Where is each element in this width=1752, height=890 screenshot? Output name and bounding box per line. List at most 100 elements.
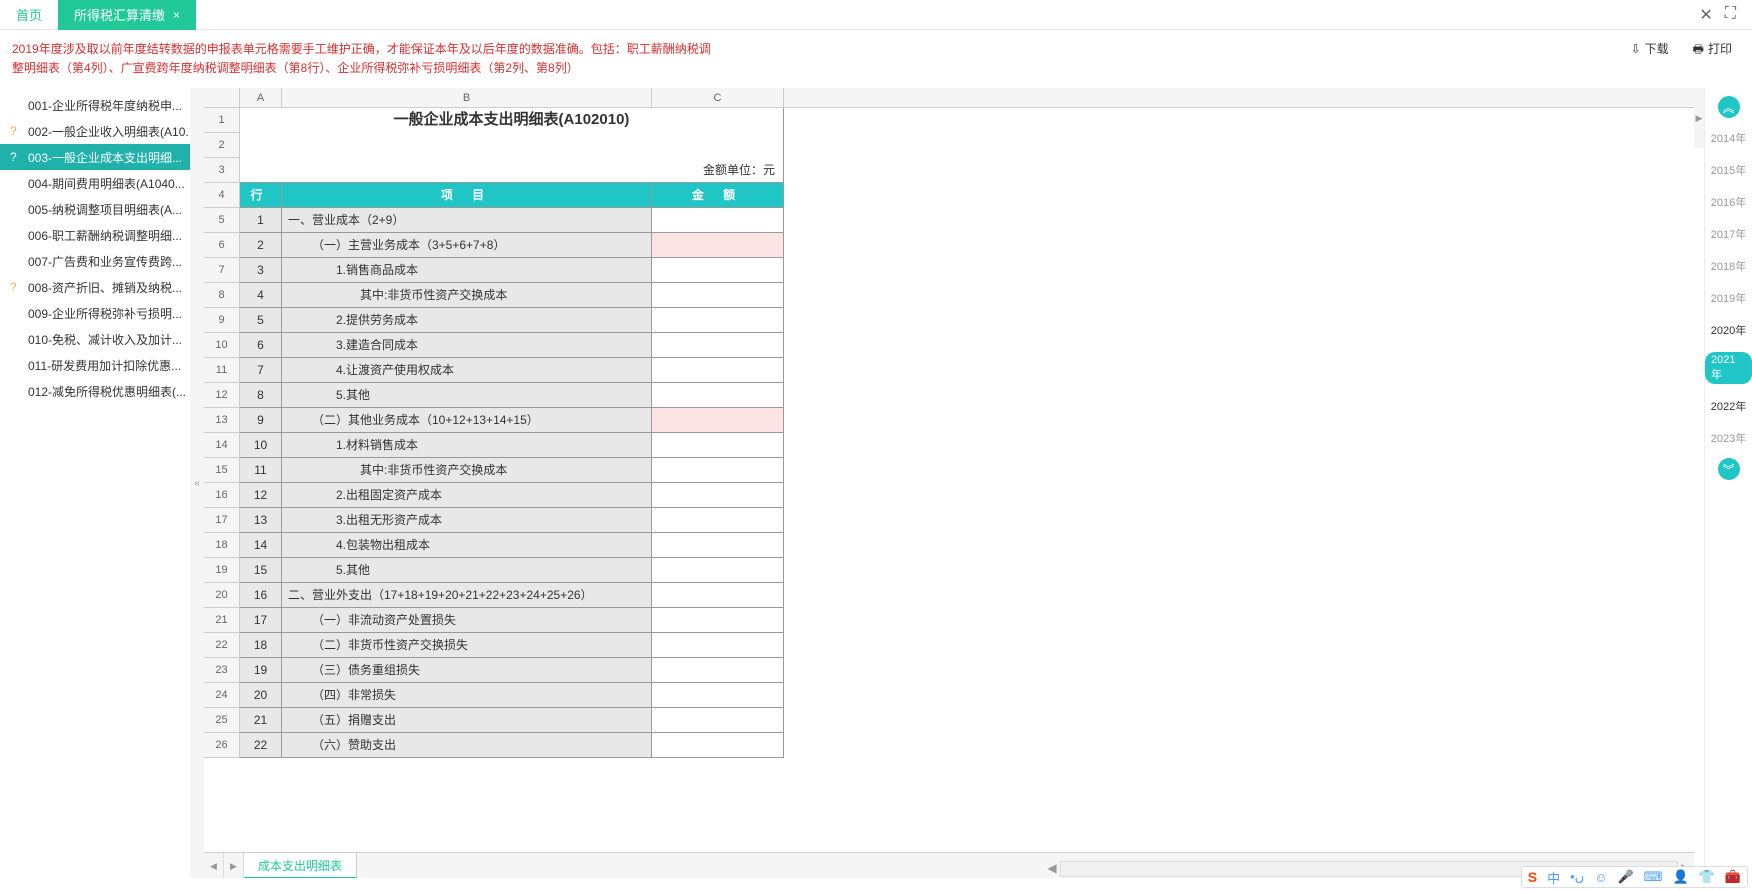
row-header[interactable]: 10 [204, 333, 240, 358]
amount-cell[interactable] [652, 533, 784, 558]
row-header[interactable]: 17 [204, 508, 240, 533]
row-header[interactable]: 13 [204, 408, 240, 433]
amount-cell[interactable] [652, 258, 784, 283]
col-header-b[interactable]: B [282, 88, 652, 107]
form-list-item[interactable]: 007-广告费和业务宣传费跨... [0, 248, 190, 274]
amount-cell[interactable] [652, 308, 784, 333]
sheet-body[interactable]: 1一般企业成本支出明细表(A102010)23金额单位：元4行次项 目金 额51… [204, 108, 1694, 852]
form-list-item[interactable]: 012-减免所得税优惠明细表(... [0, 378, 190, 404]
form-list-item[interactable]: 011-研发费用加计扣除优惠... [0, 352, 190, 378]
amount-cell[interactable] [652, 208, 784, 233]
amount-cell[interactable] [652, 733, 784, 758]
ime-skin-icon[interactable]: 👕 [1699, 869, 1715, 885]
ime-keyboard-icon[interactable]: ⌨ [1644, 869, 1663, 885]
row-header[interactable]: 2 [204, 133, 240, 158]
year-item[interactable]: 2015年 [1711, 160, 1746, 180]
ime-punct-icon[interactable]: •ں [1570, 869, 1584, 885]
amount-cell[interactable] [652, 608, 784, 633]
sogou-logo-icon[interactable]: S [1528, 869, 1537, 885]
row-header[interactable]: 9 [204, 308, 240, 333]
tab-home[interactable]: 首页 [0, 0, 58, 30]
row-header[interactable]: 7 [204, 258, 240, 283]
year-item[interactable]: 2014年 [1711, 128, 1746, 148]
scroll-up-icon[interactable]: ︽ [1718, 96, 1740, 118]
ime-user-icon[interactable]: 👤 [1672, 869, 1688, 885]
row-header[interactable]: 12 [204, 383, 240, 408]
amount-cell[interactable] [652, 483, 784, 508]
sheet-nav-prev[interactable]: ▶ [224, 853, 244, 879]
form-list-item[interactable]: 009-企业所得税弥补亏损明... [0, 300, 190, 326]
year-item[interactable]: 2020年 [1711, 320, 1746, 340]
sheet-nav-first[interactable]: ◀ [204, 853, 224, 879]
row-header[interactable]: 21 [204, 608, 240, 633]
row-header[interactable]: 20 [204, 583, 240, 608]
row-header[interactable]: 25 [204, 708, 240, 733]
amount-cell[interactable] [652, 708, 784, 733]
amount-cell[interactable] [652, 558, 784, 583]
scroll-down-icon[interactable]: ︾ [1718, 458, 1740, 480]
amount-cell[interactable] [652, 333, 784, 358]
form-list-item[interactable]: 001-企业所得税年度纳税申... [0, 92, 190, 118]
form-list-item[interactable]: ?002-一般企业收入明细表(A10... [0, 118, 190, 144]
row-header[interactable]: 15 [204, 458, 240, 483]
form-list-item[interactable]: 006-职工薪酬纳税调整明细... [0, 222, 190, 248]
amount-cell[interactable] [652, 583, 784, 608]
year-item[interactable]: 2019年 [1711, 288, 1746, 308]
row-header[interactable]: 14 [204, 433, 240, 458]
corner-cell[interactable] [204, 88, 240, 107]
row-header[interactable]: 23 [204, 658, 240, 683]
year-item[interactable]: 2016年 [1711, 192, 1746, 212]
amount-cell[interactable] [652, 283, 784, 308]
download-button[interactable]: ⇩ 下载 [1631, 40, 1669, 59]
form-list-item[interactable]: 004-期间费用明细表(A1040... [0, 170, 190, 196]
print-button[interactable]: 🖶 打印 [1693, 40, 1732, 59]
scroll-left-icon[interactable]: ◀ [1044, 861, 1060, 877]
fullscreen-icon[interactable]: ⛶ [1725, 5, 1736, 25]
amount-cell[interactable] [652, 383, 784, 408]
amount-cell[interactable] [652, 358, 784, 383]
tab-tax-settlement[interactable]: 所得税汇算清缴 × [58, 0, 196, 30]
row-header[interactable]: 26 [204, 733, 240, 758]
col-header-c[interactable]: C [652, 88, 784, 107]
amount-cell[interactable] [652, 683, 784, 708]
amount-cell[interactable] [652, 408, 784, 433]
row-header[interactable]: 16 [204, 483, 240, 508]
form-list-item[interactable]: ?008-资产折旧、摊销及纳税... [0, 274, 190, 300]
form-list-item[interactable]: 005-纳税调整项目明细表(A... [0, 196, 190, 222]
year-item[interactable]: 2018年 [1711, 256, 1746, 276]
amount-cell[interactable] [652, 633, 784, 658]
row-header[interactable]: 6 [204, 233, 240, 258]
sheet-tab[interactable]: 成本支出明细表 [244, 853, 357, 879]
tab-label: 所得税汇算清缴 [74, 5, 165, 24]
ime-emoji-icon[interactable]: ☺ [1594, 870, 1607, 885]
expand-year-handle[interactable]: ▶ [1694, 88, 1704, 148]
collapse-left-handle[interactable]: « [190, 88, 204, 878]
row-header[interactable]: 22 [204, 633, 240, 658]
ime-mic-icon[interactable]: 🎤 [1617, 869, 1633, 885]
amount-cell[interactable] [652, 233, 784, 258]
year-item[interactable]: 2023年 [1711, 428, 1746, 448]
row-header[interactable]: 24 [204, 683, 240, 708]
row-header[interactable]: 18 [204, 533, 240, 558]
row-header[interactable]: 4 [204, 183, 240, 208]
close-icon[interactable]: × [173, 8, 180, 22]
year-item[interactable]: 2022年 [1711, 396, 1746, 416]
row-header[interactable]: 19 [204, 558, 240, 583]
amount-cell[interactable] [652, 433, 784, 458]
row-header[interactable]: 3 [204, 158, 240, 183]
close-window-icon[interactable]: ✕ [1699, 5, 1712, 25]
amount-cell[interactable] [652, 658, 784, 683]
row-header[interactable]: 5 [204, 208, 240, 233]
row-header[interactable]: 11 [204, 358, 240, 383]
row-header[interactable]: 8 [204, 283, 240, 308]
form-list-item[interactable]: ?003-一般企业成本支出明细... [0, 144, 190, 170]
amount-cell[interactable] [652, 458, 784, 483]
ime-toolbox-icon[interactable]: 🧰 [1725, 869, 1741, 885]
ime-language[interactable]: 中 [1547, 868, 1560, 887]
row-header[interactable]: 1 [204, 108, 240, 133]
col-header-a[interactable]: A [240, 88, 282, 107]
form-list-item[interactable]: 010-免税、减计收入及加计... [0, 326, 190, 352]
year-item[interactable]: 2017年 [1711, 224, 1746, 244]
amount-cell[interactable] [652, 508, 784, 533]
year-item[interactable]: 2021年 [1705, 352, 1752, 384]
